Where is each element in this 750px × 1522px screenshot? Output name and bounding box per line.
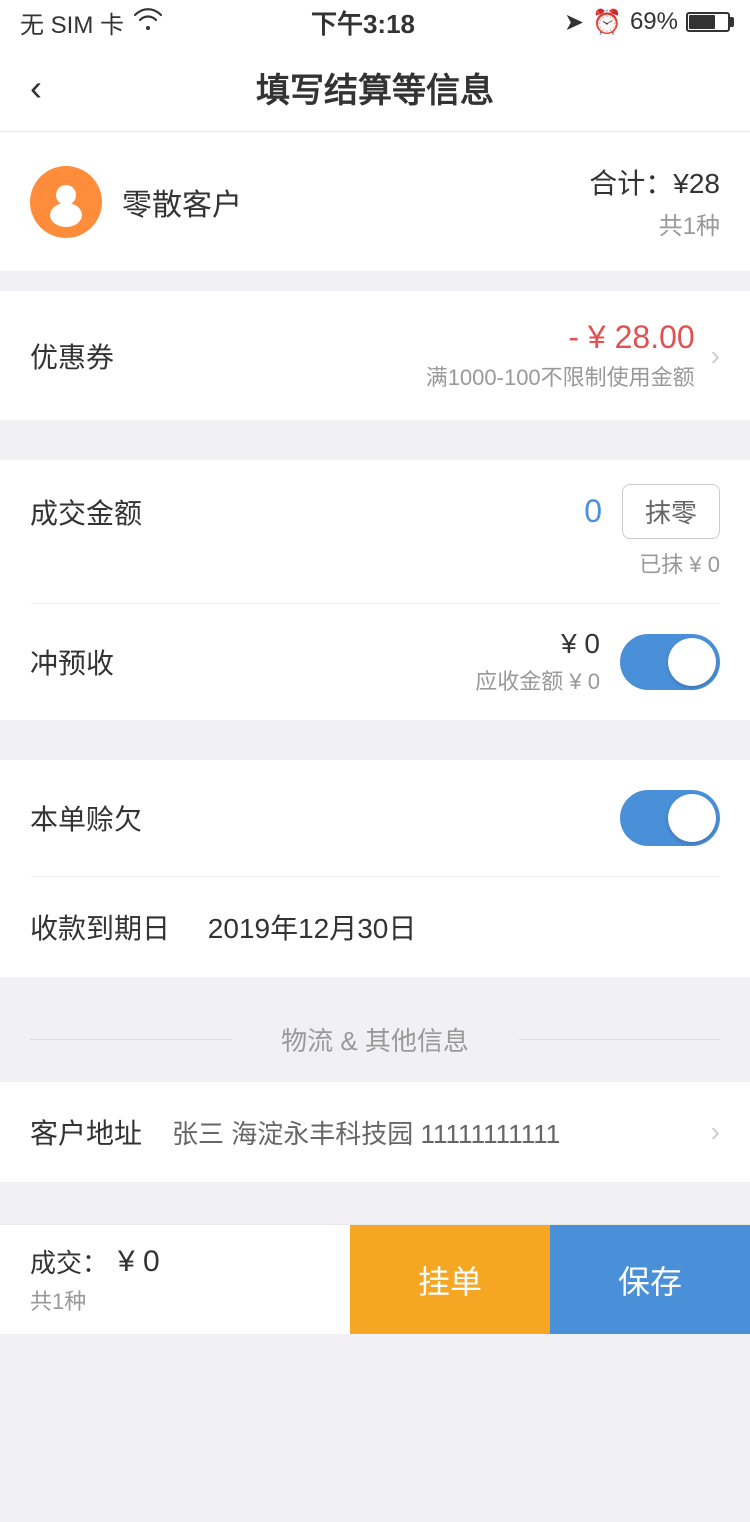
alarm-icon: ⏰ bbox=[592, 8, 622, 37]
prepayment-values: ¥ 0 应收金额 ¥ 0 bbox=[475, 628, 600, 696]
coupon-value-block: - ¥ 28.00 满1000-100不限制使用金额 bbox=[426, 319, 695, 392]
credit-row: 本单赊欠 bbox=[0, 760, 750, 876]
bottom-deal-value: ¥ 0 bbox=[118, 1245, 160, 1279]
status-left: 无 SIM 卡 bbox=[20, 5, 162, 40]
bottom-deal-label: 成交： bbox=[30, 1243, 108, 1280]
bottom-bar: 成交： ¥ 0 共1种 挂单 保存 bbox=[0, 1224, 750, 1334]
pending-button[interactable]: 挂单 bbox=[350, 1225, 550, 1334]
coupon-row[interactable]: 优惠券 - ¥ 28.00 满1000-100不限制使用金额 › bbox=[0, 291, 750, 420]
deal-amount-value[interactable]: 0 bbox=[542, 493, 602, 530]
credit-toggle[interactable] bbox=[620, 790, 720, 846]
divider-2 bbox=[0, 740, 750, 760]
address-chevron-icon: › bbox=[711, 1116, 720, 1148]
address-label: 客户地址 bbox=[30, 1112, 142, 1152]
bottom-info: 成交： ¥ 0 共1种 bbox=[0, 1243, 350, 1316]
battery-icon bbox=[686, 12, 730, 32]
total-amount: 合计：¥28 bbox=[589, 162, 720, 202]
section-separator: 物流 & 其他信息 bbox=[0, 997, 750, 1082]
credit-section: 本单赊欠 收款到期日 2019年12月30日 bbox=[0, 760, 750, 977]
status-bar: 无 SIM 卡 下午3:18 ➤ ⏰ 69% bbox=[0, 0, 750, 44]
due-date-label: 收款到期日 bbox=[30, 913, 170, 944]
coupon-sub-text: 满1000-100不限制使用金额 bbox=[426, 360, 695, 392]
address-row[interactable]: 客户地址 张三 海淀永丰科技园 11111111111 › bbox=[0, 1082, 750, 1182]
customer-avatar bbox=[30, 166, 102, 238]
status-time: 下午3:18 bbox=[311, 4, 415, 41]
deal-amount-row: 成交金额 0 抹零 已抹 ¥ 0 bbox=[0, 460, 750, 603]
prepayment-value: ¥ 0 bbox=[475, 628, 600, 660]
bottom-deal: 成交： ¥ 0 bbox=[30, 1243, 320, 1280]
deal-amount-label: 成交金额 bbox=[30, 492, 142, 532]
battery-percent: 69% bbox=[630, 8, 678, 36]
customer-name: 零散客户 bbox=[122, 180, 242, 224]
customer-section: 零散客户 合计：¥28 共1种 bbox=[0, 132, 750, 271]
deal-amount-section: 成交金额 0 抹零 已抹 ¥ 0 冲预收 ¥ 0 应收金额 ¥ 0 bbox=[0, 460, 750, 720]
credit-toggle-knob bbox=[668, 794, 716, 842]
prepayment-row: 冲预收 ¥ 0 应收金额 ¥ 0 bbox=[0, 604, 750, 720]
total-count: 共1种 bbox=[589, 206, 720, 241]
credit-label: 本单赊欠 bbox=[30, 798, 142, 838]
coupon-right: - ¥ 28.00 满1000-100不限制使用金额 › bbox=[426, 319, 720, 392]
coupon-value: - ¥ 28.00 bbox=[426, 319, 695, 356]
address-value: 张三 海淀永丰科技园 11111111111 bbox=[172, 1114, 711, 1151]
save-button[interactable]: 保存 bbox=[550, 1225, 750, 1334]
nav-bar: ‹ 填写结算等信息 bbox=[0, 44, 750, 132]
toggle-knob bbox=[668, 638, 716, 686]
round-zero-button[interactable]: 抹零 bbox=[622, 484, 720, 539]
customer-row: 零散客户 合计：¥28 共1种 bbox=[0, 132, 750, 271]
divider-1 bbox=[0, 440, 750, 460]
prepayment-right: ¥ 0 应收金额 ¥ 0 bbox=[475, 628, 720, 696]
address-section[interactable]: 客户地址 张三 海淀永丰科技园 11111111111 › bbox=[0, 1082, 750, 1182]
prepayment-label: 冲预收 bbox=[30, 642, 114, 682]
due-date-value: 2019年12月30日 bbox=[208, 913, 417, 944]
status-right: ➤ ⏰ 69% bbox=[564, 8, 730, 37]
deal-amount-sub: 已抹 ¥ 0 bbox=[30, 547, 720, 579]
no-sim-text: 无 SIM 卡 bbox=[20, 5, 124, 40]
deal-input-wrapper: 0 抹零 bbox=[542, 484, 720, 539]
chevron-right-icon: › bbox=[711, 340, 720, 372]
deal-amount-top: 成交金额 0 抹零 bbox=[30, 484, 720, 539]
coupon-label: 优惠券 bbox=[30, 336, 114, 376]
location-icon: ➤ bbox=[564, 8, 584, 37]
customer-left: 零散客户 bbox=[30, 166, 242, 238]
due-date-row: 收款到期日 2019年12月30日 bbox=[0, 877, 750, 977]
prepayment-toggle[interactable] bbox=[620, 634, 720, 690]
section-label-text: 物流 & 其他信息 bbox=[281, 1021, 469, 1058]
wifi-icon bbox=[134, 8, 162, 37]
coupon-section[interactable]: 优惠券 - ¥ 28.00 满1000-100不限制使用金额 › bbox=[0, 291, 750, 420]
back-button[interactable]: ‹ bbox=[30, 67, 42, 109]
prepayment-sub: 应收金额 ¥ 0 bbox=[475, 664, 600, 696]
bottom-buttons: 挂单 保存 bbox=[350, 1225, 750, 1334]
customer-right: 合计：¥28 共1种 bbox=[589, 162, 720, 241]
page-title: 填写结算等信息 bbox=[256, 63, 494, 112]
bottom-count: 共1种 bbox=[30, 1284, 320, 1316]
